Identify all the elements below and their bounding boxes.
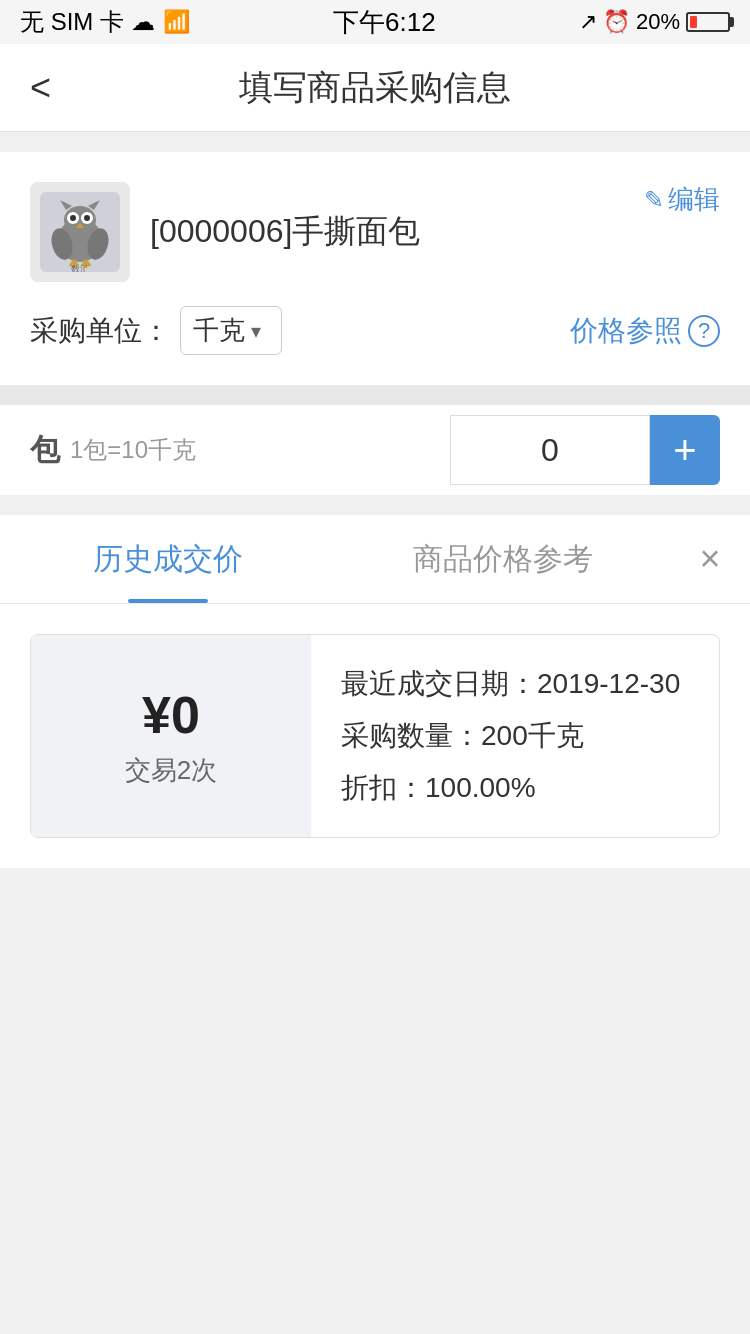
svg-text:数汇: 数汇	[71, 264, 89, 272]
battery-icon	[686, 12, 730, 32]
section-divider	[0, 385, 750, 405]
product-top: 数汇 [0000006]手撕面包 ✎ 编辑	[30, 182, 720, 282]
location-icon: ↗	[579, 9, 597, 35]
edit-icon: ✎	[644, 186, 664, 214]
tab-history-price[interactable]: 历史成交价	[0, 515, 335, 603]
tabs-panel: 历史成交价 商品价格参考 × ¥0 交易2次 最近成交日期：2019-12-30	[0, 515, 750, 868]
status-left: 无 SIM 卡 ☁ 📶	[20, 6, 190, 38]
page-title: 填写商品采购信息	[239, 65, 511, 111]
wifi-icon: 📶	[163, 9, 190, 35]
unit-select[interactable]: 千克	[180, 306, 282, 355]
svg-point-8	[84, 215, 90, 221]
product-card: 数汇 [0000006]手撕面包 ✎ 编辑 采购单位： 千克 价格参照	[0, 152, 750, 385]
history-card-right: 最近成交日期：2019-12-30 采购数量：200千克 折扣：100.00%	[311, 635, 719, 837]
product-image-owl: 数汇	[40, 192, 120, 272]
history-content: ¥0 交易2次 最近成交日期：2019-12-30 采购数量：200千克 折扣：…	[0, 604, 750, 868]
edit-button[interactable]: ✎ 编辑	[644, 182, 720, 217]
bag-label: 包	[30, 430, 60, 471]
product-image: 数汇	[30, 182, 130, 282]
status-time: 下午6:12	[333, 5, 436, 40]
quantity-input[interactable]	[450, 415, 650, 485]
nav-bar: < 填写商品采购信息	[0, 44, 750, 132]
no-sim-text: 无 SIM 卡 ☁	[20, 6, 155, 38]
unit-row: 采购单位： 千克	[30, 306, 282, 355]
history-card-left: ¥0 交易2次	[31, 635, 311, 837]
history-card: ¥0 交易2次 最近成交日期：2019-12-30 采购数量：200千克 折扣：…	[30, 634, 720, 838]
history-trades: 交易2次	[125, 753, 217, 788]
main-content: 数汇 [0000006]手撕面包 ✎ 编辑 采购单位： 千克 价格参照	[0, 152, 750, 868]
quantity-label: 包 1包=10千克	[30, 430, 196, 471]
unit-label: 采购单位：	[30, 312, 170, 350]
quantity-input-group: +	[450, 415, 720, 485]
price-ref-help-icon: ?	[688, 315, 720, 347]
product-bottom: 采购单位： 千克 价格参照 ?	[30, 306, 720, 355]
battery-percent: 20%	[636, 9, 680, 35]
tab-price-reference[interactable]: 商品价格参考	[335, 515, 670, 603]
quantity-row: 包 1包=10千克 +	[0, 405, 750, 495]
bag-conversion-note: 1包=10千克	[70, 434, 196, 466]
tab-close-button[interactable]: ×	[670, 515, 750, 603]
product-left: 数汇 [0000006]手撕面包	[30, 182, 420, 282]
svg-point-7	[70, 215, 76, 221]
history-price: ¥0	[142, 685, 200, 745]
product-name: [0000006]手撕面包	[150, 210, 420, 254]
tabs-header: 历史成交价 商品价格参考 ×	[0, 515, 750, 604]
status-right: ↗ ⏰ 20%	[579, 9, 730, 35]
quantity-plus-button[interactable]: +	[650, 415, 720, 485]
history-discount-row: 折扣：100.00%	[341, 769, 689, 807]
history-date-row: 最近成交日期：2019-12-30	[341, 665, 689, 703]
history-qty-row: 采购数量：200千克	[341, 717, 689, 755]
status-bar: 无 SIM 卡 ☁ 📶 下午6:12 ↗ ⏰ 20%	[0, 0, 750, 44]
price-ref-link[interactable]: 价格参照 ?	[570, 312, 720, 350]
alarm-icon: ⏰	[603, 9, 630, 35]
back-button[interactable]: <	[30, 67, 51, 109]
